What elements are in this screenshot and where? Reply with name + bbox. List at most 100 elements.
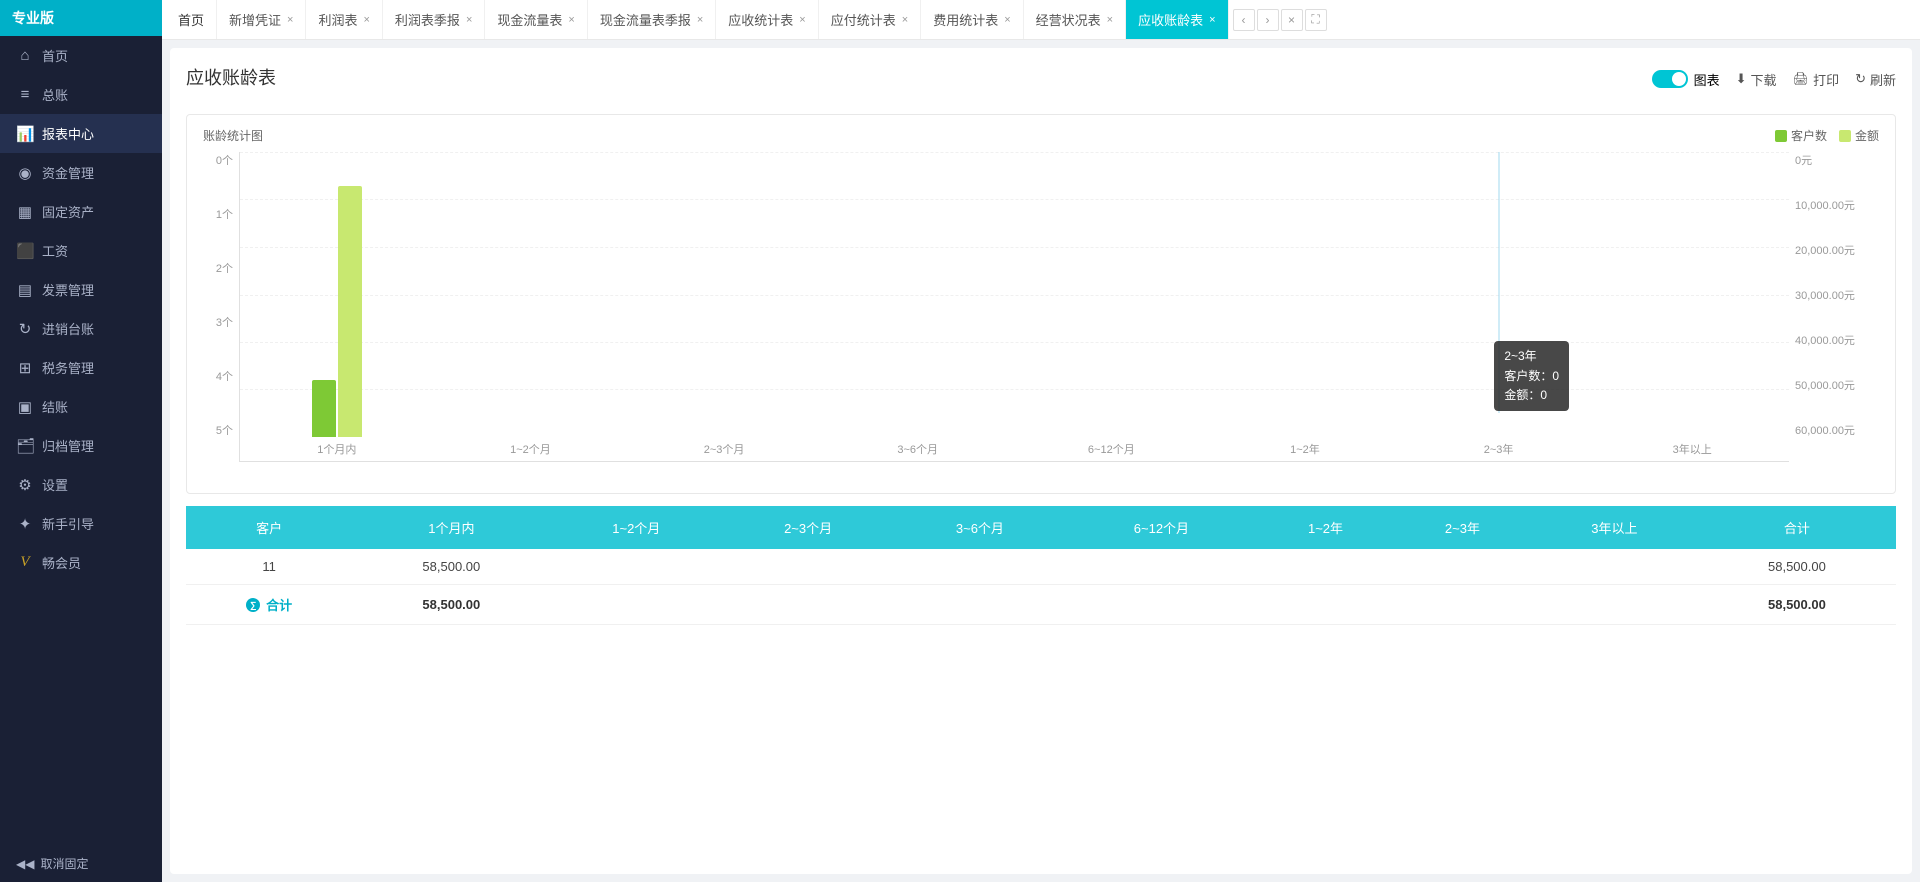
sidebar-item-reports[interactable]: 📊 报表中心 xyxy=(0,114,162,153)
sidebar-item-fixed-assets-label: 固定资产 xyxy=(42,202,94,221)
x-label-7: 3年以上 xyxy=(1595,437,1789,461)
close-payable-stat[interactable]: × xyxy=(902,14,908,26)
total-icon: ∑ xyxy=(246,598,260,612)
cell-col6 xyxy=(1257,549,1394,585)
sidebar-logo: 专业版 xyxy=(0,0,162,36)
sidebar-item-reports-label: 报表中心 xyxy=(42,124,94,143)
chart-inner: 5个 4个 3个 2个 1个 0个 xyxy=(203,152,1879,462)
col-header-1month: 1个月内 xyxy=(352,506,550,549)
table-row: 11 58,500.00 58,500.00 xyxy=(186,549,1896,585)
tab-next-button[interactable]: › xyxy=(1257,9,1279,31)
tab-profit[interactable]: 利润表 × xyxy=(306,0,382,40)
funds-icon: ◉ xyxy=(16,164,34,182)
toggle-track[interactable] xyxy=(1652,70,1688,88)
sidebar-item-home[interactable]: ⌂ 首页 xyxy=(0,36,162,75)
bar-light-0 xyxy=(338,186,362,437)
tab-expense-stat[interactable]: 费用统计表 × xyxy=(921,0,1023,40)
tax-icon: ⊞ xyxy=(16,359,34,377)
tab-fullscreen-button[interactable]: ⛶ xyxy=(1305,9,1327,31)
col-header-customer: 客户 xyxy=(186,506,352,549)
sidebar-item-fixed-assets[interactable]: ▦ 固定资产 xyxy=(0,192,162,231)
tab-receivable-stat[interactable]: 应收统计表 × xyxy=(716,0,818,40)
close-expense-stat[interactable]: × xyxy=(1004,14,1010,26)
reports-icon: 📊 xyxy=(16,125,34,143)
settlement-icon: ▣ xyxy=(16,398,34,416)
refresh-label: 刷新 xyxy=(1870,70,1896,89)
close-new-voucher[interactable]: × xyxy=(287,14,293,26)
bar-group-5 xyxy=(1208,152,1402,437)
sidebar-item-settings-label: 设置 xyxy=(42,475,68,494)
tab-cashflow[interactable]: 现金流量表 × xyxy=(485,0,587,40)
tab-close-all-button[interactable]: × xyxy=(1281,9,1303,31)
sidebar-item-purchase-sale-label: 进销台账 xyxy=(42,319,94,338)
refresh-button[interactable]: ↻ 刷新 xyxy=(1855,70,1896,89)
unpin-icon: ◀◀ xyxy=(16,857,34,871)
salary-icon: ⬛ xyxy=(16,242,34,260)
total-label: ∑ 合计 xyxy=(194,595,344,614)
tab-business-status[interactable]: 经营状况表 × xyxy=(1024,0,1126,40)
tab-prev-button[interactable]: ‹ xyxy=(1233,9,1255,31)
y-axis-right: 60,000.00元 50,000.00元 40,000.00元 30,000.… xyxy=(1789,152,1879,462)
sidebar-item-archive[interactable]: 🗂 归档管理 xyxy=(0,426,162,465)
tab-payable-stat[interactable]: 应付统计表 × xyxy=(819,0,921,40)
sidebar-item-settlement[interactable]: ▣ 结账 xyxy=(0,387,162,426)
download-button[interactable]: ⬇ 下载 xyxy=(1736,70,1777,89)
sidebar-item-archive-label: 归档管理 xyxy=(42,436,94,455)
invoice-icon: ▤ xyxy=(16,281,34,299)
print-button[interactable]: 🖨 打印 xyxy=(1793,70,1840,89)
settings-icon: ⚙ xyxy=(16,476,34,494)
crosshair xyxy=(1498,152,1499,413)
close-receivable-stat[interactable]: × xyxy=(799,14,805,26)
cell-col4 xyxy=(894,549,1066,585)
legend-amount: 金额 xyxy=(1839,127,1879,144)
legend-light-dot xyxy=(1839,130,1851,142)
bar-group-7 xyxy=(1595,152,1789,437)
sidebar-item-invoice-label: 发票管理 xyxy=(42,280,94,299)
sidebar-item-invoice[interactable]: ▤ 发票管理 xyxy=(0,270,162,309)
bar-group-3 xyxy=(821,152,1015,437)
sidebar-item-salary[interactable]: ⬛ 工资 xyxy=(0,231,162,270)
tab-home[interactable]: 首页 xyxy=(166,0,217,40)
bars-area xyxy=(240,152,1789,437)
sidebar-item-funds[interactable]: ◉ 资金管理 xyxy=(0,153,162,192)
download-label: 下载 xyxy=(1751,70,1777,89)
total-grand: 58,500.00 xyxy=(1698,585,1896,625)
toolbar: 图表 ⬇ 下载 🖨 打印 ↻ 刷新 xyxy=(1652,70,1896,89)
data-table: 客户 1个月内 1~2个月 2~3个月 3~6个月 6~12个月 1~2年 2~… xyxy=(186,506,1896,625)
archive-icon: 🗂 xyxy=(16,437,34,455)
cell-col5 xyxy=(1066,549,1257,585)
close-cashflow[interactable]: × xyxy=(568,14,574,26)
sidebar-item-ledger[interactable]: ≡ 总账 xyxy=(0,75,162,114)
close-aging-report[interactable]: × xyxy=(1209,14,1215,26)
col-header-2-3year: 2~3年 xyxy=(1394,506,1531,549)
close-cashflow-quarterly[interactable]: × xyxy=(697,14,703,26)
chart-toggle[interactable]: 图表 xyxy=(1652,70,1720,89)
sidebar-item-settlement-label: 结账 xyxy=(42,397,68,416)
close-business-status[interactable]: × xyxy=(1107,14,1113,26)
close-profit-quarterly[interactable]: × xyxy=(466,14,472,26)
x-label-5: 1~2年 xyxy=(1208,437,1402,461)
bar-group-1 xyxy=(434,152,628,437)
x-label-0: 1个月内 xyxy=(240,437,434,461)
sidebar-item-tax[interactable]: ⊞ 税务管理 xyxy=(0,348,162,387)
col-header-1-2month: 1~2个月 xyxy=(550,506,722,549)
x-label-2: 2~3个月 xyxy=(627,437,821,461)
sidebar-item-ledger-label: 总账 xyxy=(42,85,68,104)
unpin-button[interactable]: ◀◀ 取消固定 xyxy=(0,845,162,882)
bar-green-0 xyxy=(312,380,336,437)
table-total-row: ∑ 合计 58,500.00 58,500.00 xyxy=(186,585,1896,625)
legend-amount-label: 金额 xyxy=(1855,127,1879,144)
tab-cashflow-quarterly[interactable]: 现金流量表季报 × xyxy=(588,0,716,40)
close-profit[interactable]: × xyxy=(363,14,369,26)
tab-bar: 首页 新增凭证 × 利润表 × 利润表季报 × 现金流量表 × 现金流量表季报 … xyxy=(162,0,1920,40)
tab-profit-quarterly[interactable]: 利润表季报 × xyxy=(383,0,485,40)
tab-new-voucher[interactable]: 新增凭证 × xyxy=(217,0,306,40)
sidebar-item-guide[interactable]: ✦ 新手引导 xyxy=(0,504,162,543)
sidebar-item-member[interactable]: V 畅会员 xyxy=(0,543,162,582)
guide-icon: ✦ xyxy=(16,515,34,533)
sidebar-item-purchase-sale[interactable]: ↻ 进销台账 xyxy=(0,309,162,348)
tab-aging-report[interactable]: 应收账龄表 × xyxy=(1126,0,1228,40)
ledger-icon: ≡ xyxy=(16,86,34,103)
sidebar-item-settings[interactable]: ⚙ 设置 xyxy=(0,465,162,504)
cell-customer: 11 xyxy=(186,549,352,585)
